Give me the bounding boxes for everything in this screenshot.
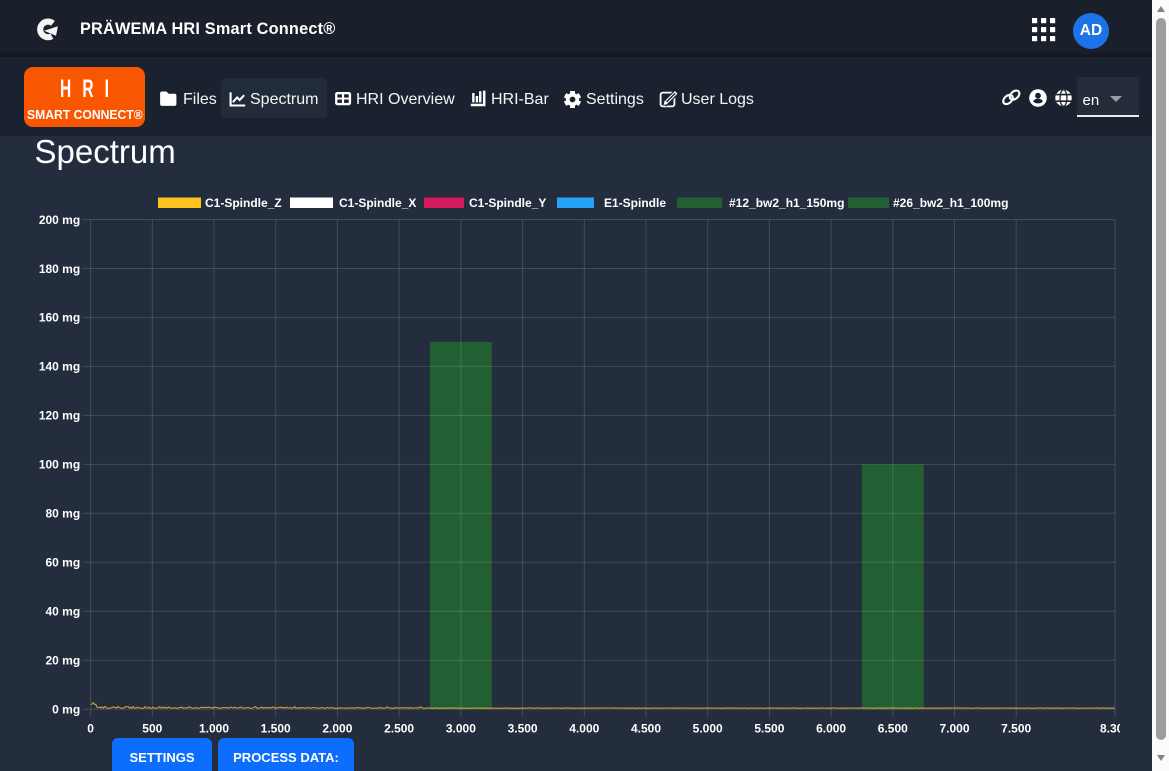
svg-text:C1-Spindle_Y: C1-Spindle_Y	[469, 196, 546, 210]
svg-text:5.000: 5.000	[693, 722, 723, 736]
svg-text:4.000: 4.000	[569, 722, 599, 736]
svg-text:60 mg: 60 mg	[46, 556, 81, 570]
svg-text:4.500: 4.500	[631, 722, 661, 736]
svg-text:3.000: 3.000	[446, 722, 476, 736]
svg-text:2.000: 2.000	[322, 722, 352, 736]
svg-text:2.500: 2.500	[384, 722, 414, 736]
svg-text:C1-Spindle_X: C1-Spindle_X	[339, 196, 416, 210]
svg-text:6.500: 6.500	[878, 722, 908, 736]
svg-text:160 mg: 160 mg	[39, 311, 80, 325]
svg-text:140 mg: 140 mg	[39, 360, 80, 374]
svg-text:0 mg: 0 mg	[52, 703, 80, 717]
svg-text:20 mg: 20 mg	[46, 654, 81, 668]
svg-text:1.000: 1.000	[199, 722, 229, 736]
svg-text:80 mg: 80 mg	[46, 507, 81, 521]
svg-text:8.300: 8.300	[1100, 722, 1120, 736]
svg-text:7.000: 7.000	[939, 722, 969, 736]
svg-text:120 mg: 120 mg	[39, 409, 80, 423]
svg-text:5.500: 5.500	[754, 722, 784, 736]
svg-text:C1-Spindle_Z: C1-Spindle_Z	[205, 196, 282, 210]
svg-text:1.500: 1.500	[261, 722, 291, 736]
svg-text:6.000: 6.000	[816, 722, 846, 736]
svg-text:180 mg: 180 mg	[39, 262, 80, 276]
svg-text:200 mg: 200 mg	[39, 213, 80, 227]
svg-text:3.500: 3.500	[508, 722, 538, 736]
svg-text:500: 500	[142, 722, 162, 736]
svg-text:#12_bw2_h1_150mg: #12_bw2_h1_150mg	[729, 196, 844, 210]
svg-text:40 mg: 40 mg	[46, 605, 81, 619]
svg-text:0: 0	[87, 722, 94, 736]
svg-text:7.500: 7.500	[1001, 722, 1031, 736]
svg-text:100 mg: 100 mg	[39, 458, 80, 472]
svg-text:E1-Spindle: E1-Spindle	[604, 196, 666, 210]
svg-text:#26_bw2_h1_100mg: #26_bw2_h1_100mg	[893, 196, 1008, 210]
